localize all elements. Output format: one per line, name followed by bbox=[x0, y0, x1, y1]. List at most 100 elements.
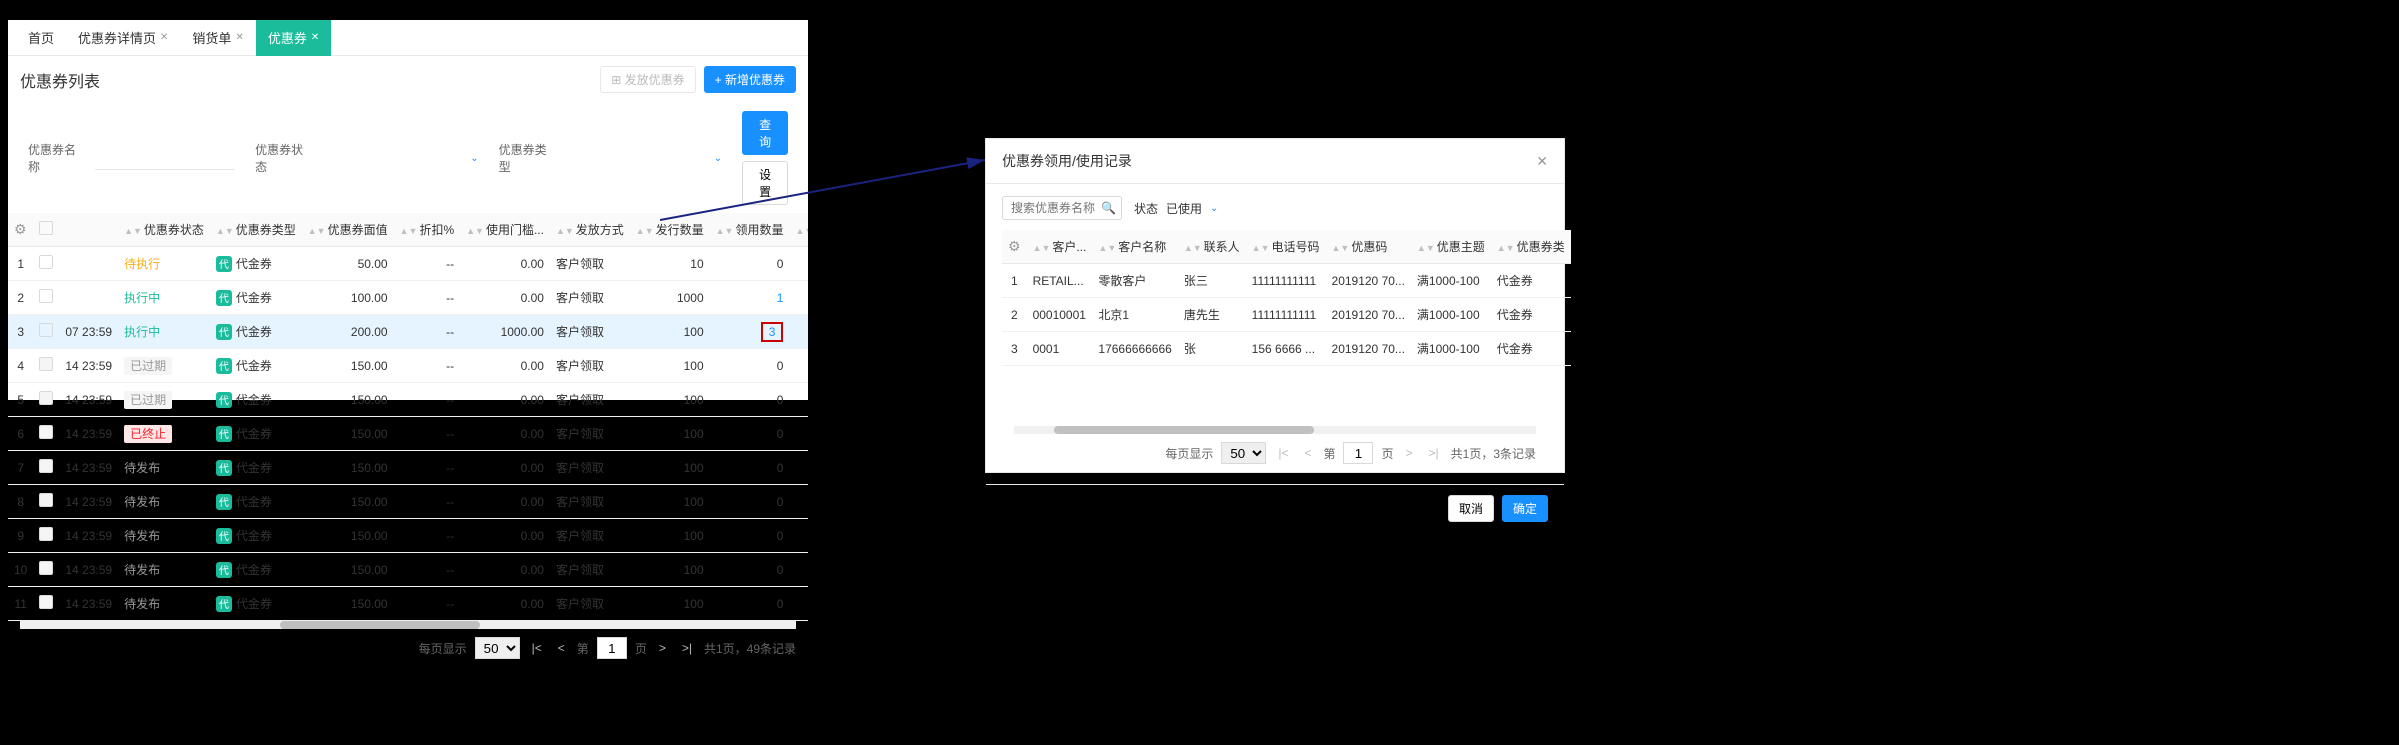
checkbox[interactable] bbox=[39, 493, 53, 507]
table-row[interactable]: 8 14 23:59 待发布 代代金券 150.00 -- 0.00 客户领取 … bbox=[8, 485, 808, 519]
setting-button[interactable]: 设置 bbox=[742, 161, 788, 205]
close-icon[interactable]: ✕ bbox=[1536, 153, 1548, 170]
table-scroll[interactable]: ⚙ ▲▼优惠券状态 ▲▼优惠券类型 ▲▼优惠券面值 ▲▼折扣% ▲▼使用门槛..… bbox=[8, 213, 808, 621]
checkbox[interactable] bbox=[39, 459, 53, 473]
search-icon[interactable]: 🔍 bbox=[1101, 201, 1116, 215]
row-check[interactable] bbox=[33, 485, 59, 519]
checkbox-all[interactable] bbox=[39, 221, 53, 235]
horizontal-scrollbar[interactable] bbox=[20, 621, 796, 629]
filter-name-input[interactable] bbox=[95, 146, 235, 170]
col-code[interactable]: ▲▼优惠码 bbox=[1326, 230, 1411, 264]
tab-sales[interactable]: 销货单✕ bbox=[180, 20, 255, 56]
row-check[interactable] bbox=[33, 553, 59, 587]
sort-icon: ▲▼ bbox=[1332, 246, 1350, 251]
col-cust-name[interactable]: ▲▼客户名称 bbox=[1092, 230, 1177, 264]
distribute-button[interactable]: ⊞ 发放优惠券 bbox=[600, 66, 695, 93]
table-row[interactable]: 10 14 23:59 待发布 代代金券 150.00 -- 0.00 客户领取… bbox=[8, 553, 808, 587]
last-page-icon[interactable]: >| bbox=[1425, 446, 1443, 460]
add-coupon-button[interactable]: + 新增优惠券 bbox=[704, 66, 796, 93]
col-phone[interactable]: ▲▼电话号码 bbox=[1246, 230, 1326, 264]
col-method[interactable]: ▲▼发放方式 bbox=[550, 213, 630, 247]
col-type[interactable]: ▲▼优惠券类 bbox=[1491, 230, 1571, 264]
tab-coupon[interactable]: 优惠券✕ bbox=[256, 20, 331, 56]
table-row[interactable]: 3 0001 17666666666 张 156 6666 ... 201912… bbox=[1002, 332, 1571, 366]
tab-detail-label: 优惠券详情页 bbox=[78, 28, 156, 47]
col-gear[interactable]: ⚙ bbox=[1002, 230, 1027, 264]
checkbox[interactable] bbox=[39, 595, 53, 609]
modal-horizontal-scrollbar[interactable] bbox=[1014, 426, 1536, 434]
filter-type-label: 优惠券类型 bbox=[499, 141, 559, 175]
scrollbar-thumb[interactable] bbox=[280, 621, 480, 629]
table-row[interactable]: 7 14 23:59 待发布 代代金券 150.00 -- 0.00 客户领取 … bbox=[8, 451, 808, 485]
checkbox[interactable] bbox=[39, 255, 53, 269]
page-input[interactable] bbox=[597, 637, 627, 659]
last-page-icon[interactable]: >| bbox=[678, 641, 696, 655]
next-page-icon[interactable]: > bbox=[655, 641, 670, 655]
row-check[interactable] bbox=[33, 247, 59, 281]
first-page-icon[interactable]: |< bbox=[528, 641, 546, 655]
query-button[interactable]: 查询 bbox=[742, 111, 788, 155]
row-check[interactable] bbox=[33, 315, 59, 349]
page-input[interactable] bbox=[1343, 442, 1373, 464]
row-check[interactable] bbox=[33, 281, 59, 315]
close-icon[interactable]: ✕ bbox=[311, 32, 319, 43]
checkbox[interactable] bbox=[39, 561, 53, 575]
checkbox[interactable] bbox=[39, 289, 53, 303]
filter-status-select[interactable] bbox=[323, 146, 462, 170]
table-row[interactable]: 1 待执行 代代金券 50.00 -- 0.00 客户领取 10 0 0 ↗ ⠿ bbox=[8, 247, 808, 281]
prev-page-icon[interactable]: < bbox=[1300, 446, 1315, 460]
row-check[interactable] bbox=[33, 451, 59, 485]
col-issue[interactable]: ▲▼发行数量 bbox=[630, 213, 710, 247]
col-gear[interactable]: ⚙ bbox=[8, 213, 33, 247]
row-check[interactable] bbox=[33, 587, 59, 621]
table-row[interactable]: 2 执行中 代代金券 100.00 -- 0.00 客户领取 1000 1 0 … bbox=[8, 281, 808, 315]
table-row[interactable]: 11 14 23:59 待发布 代代金券 150.00 -- 0.00 客户领取… bbox=[8, 587, 808, 621]
table-row[interactable]: 4 14 23:59 已过期 代代金券 150.00 -- 0.00 客户领取 … bbox=[8, 349, 808, 383]
cancel-button[interactable]: 取消 bbox=[1448, 495, 1494, 522]
scrollbar-thumb[interactable] bbox=[1054, 426, 1314, 434]
next-page-icon[interactable]: > bbox=[1402, 446, 1417, 460]
table-row[interactable]: 1 RETAIL... 零散客户 张三 11111111111 2019120 … bbox=[1002, 264, 1571, 298]
col-check[interactable] bbox=[33, 213, 59, 247]
row-check[interactable] bbox=[33, 349, 59, 383]
col-threshold[interactable]: ▲▼使用门槛... bbox=[460, 213, 550, 247]
table-row[interactable]: 9 14 23:59 待发布 代代金券 150.00 -- 0.00 客户领取 … bbox=[8, 519, 808, 553]
col-claim[interactable]: ▲▼领用数量 bbox=[710, 213, 790, 247]
col-phone-label: 电话号码 bbox=[1272, 240, 1320, 254]
tab-home[interactable]: 首页 bbox=[16, 20, 66, 56]
checkbox[interactable] bbox=[39, 391, 53, 405]
close-icon[interactable]: ✕ bbox=[160, 32, 168, 43]
per-page-select[interactable]: 50 bbox=[1221, 442, 1266, 464]
col-topic[interactable]: ▲▼优惠主题 bbox=[1411, 230, 1491, 264]
col-use[interactable]: ▲▼使用数量 bbox=[789, 213, 808, 247]
prev-page-icon[interactable]: < bbox=[554, 641, 569, 655]
tab-detail[interactable]: 优惠券详情页 ✕ bbox=[66, 20, 180, 56]
status-value[interactable]: 已使用 bbox=[1166, 200, 1202, 217]
table-row[interactable]: 3 07 23:59 执行中 代代金券 200.00 -- 1000.00 客户… bbox=[8, 315, 808, 349]
search-input[interactable] bbox=[1011, 201, 1101, 215]
col-status[interactable]: ▲▼优惠券状态 bbox=[118, 213, 210, 247]
table-row[interactable]: 5 14 23:59 已过期 代代金券 150.00 -- 0.00 客户领取 … bbox=[8, 383, 808, 417]
checkbox[interactable] bbox=[39, 357, 53, 371]
filter-type-select[interactable] bbox=[566, 146, 705, 170]
row-check[interactable] bbox=[33, 519, 59, 553]
per-page-select[interactable]: 50 bbox=[475, 637, 520, 659]
col-type[interactable]: ▲▼优惠券类型 bbox=[210, 213, 302, 247]
checkbox[interactable] bbox=[39, 527, 53, 541]
claim-qty-link[interactable]: 1 bbox=[777, 291, 784, 305]
row-check[interactable] bbox=[33, 383, 59, 417]
col-discount[interactable]: ▲▼折扣% bbox=[394, 213, 461, 247]
row-check[interactable] bbox=[33, 417, 59, 451]
row-use: 0 bbox=[789, 553, 808, 587]
checkbox[interactable] bbox=[39, 323, 53, 337]
first-page-icon[interactable]: |< bbox=[1274, 446, 1292, 460]
table-row[interactable]: 6 14 23:59 已终止 代代金券 150.00 -- 0.00 客户领取 … bbox=[8, 417, 808, 451]
col-face[interactable]: ▲▼优惠券面值 bbox=[302, 213, 394, 247]
checkbox[interactable] bbox=[39, 425, 53, 439]
col-contact[interactable]: ▲▼联系人 bbox=[1178, 230, 1246, 264]
ok-button[interactable]: 确定 bbox=[1502, 495, 1548, 522]
claim-qty-link[interactable]: 3 bbox=[761, 322, 784, 342]
col-cust-no[interactable]: ▲▼客户... bbox=[1027, 230, 1093, 264]
close-icon[interactable]: ✕ bbox=[235, 32, 243, 43]
table-row[interactable]: 2 00010001 北京1 唐先生 11111111111 2019120 7… bbox=[1002, 298, 1571, 332]
